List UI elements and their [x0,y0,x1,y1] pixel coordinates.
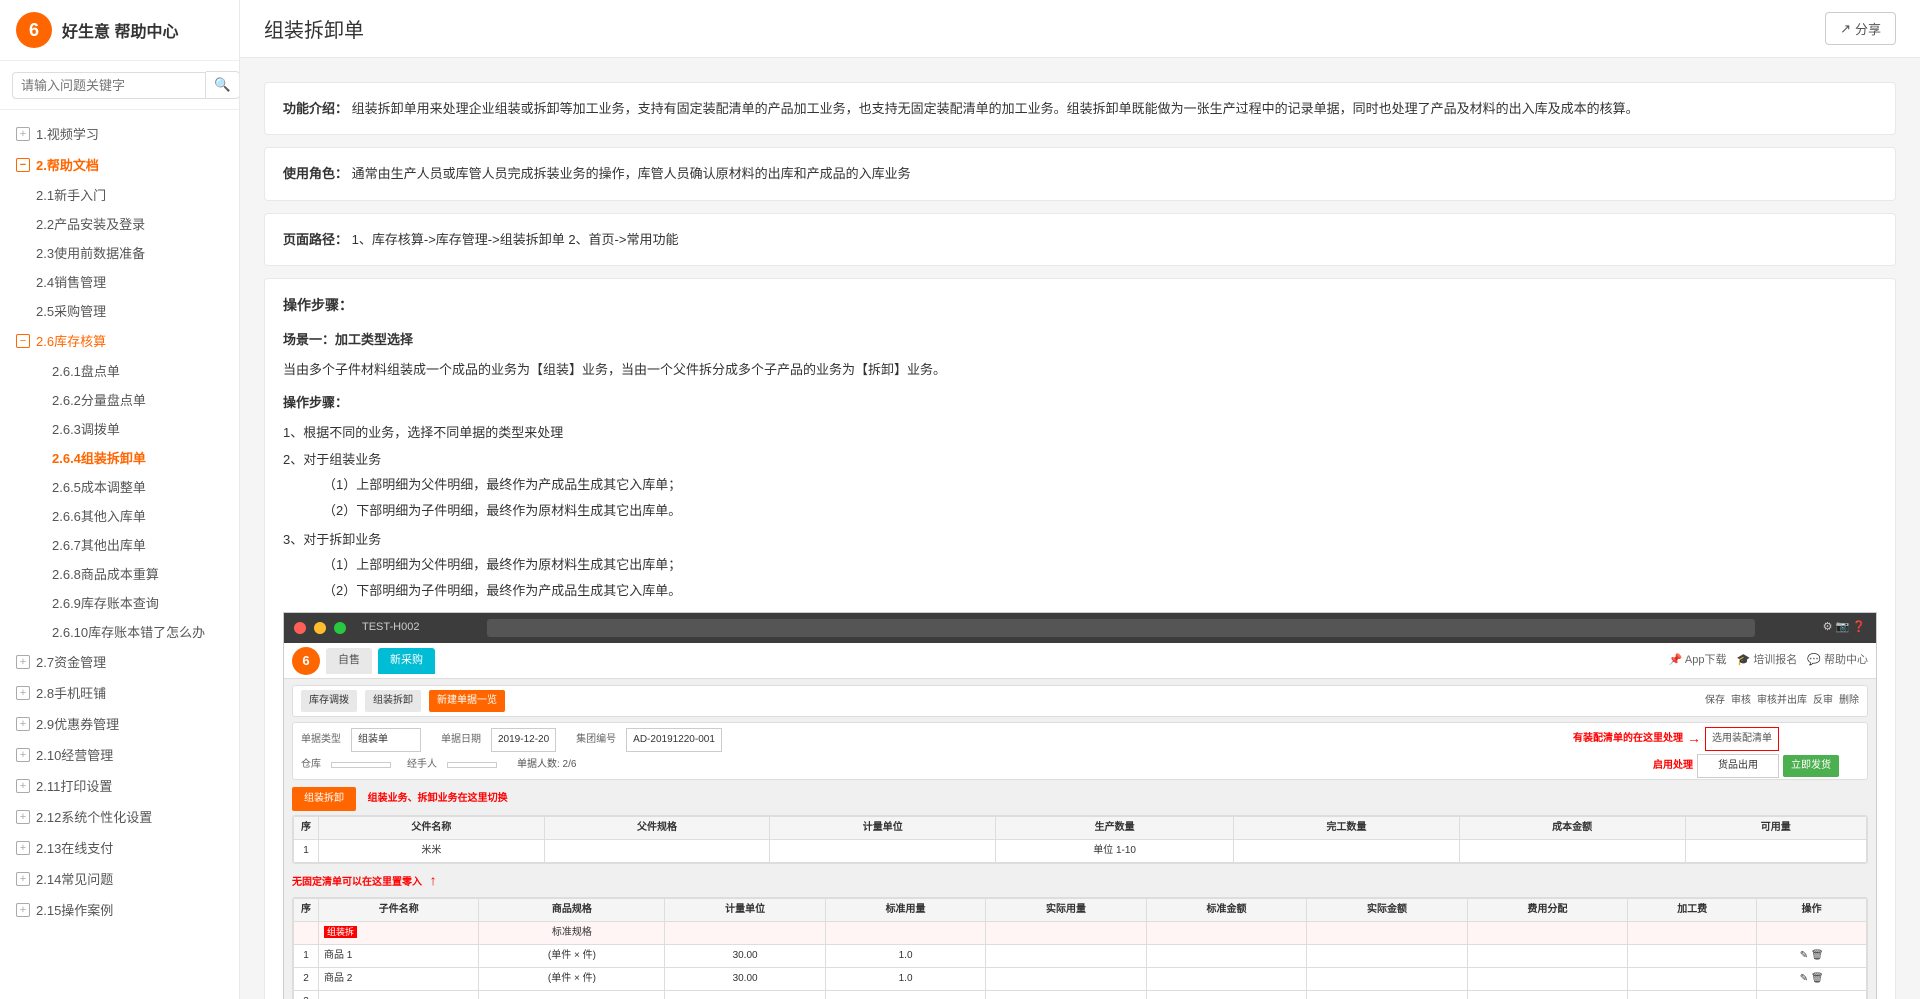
annotation-2-text: 组装业务、拆卸业务在这里切换 [368,793,508,804]
sidebar-item-cost-reset[interactable]: 2.6.8商品成本重算 [0,559,239,588]
role-label: 使用角色： [283,166,348,181]
sidebar-item-print[interactable]: + 2.11打印设置 [0,770,239,801]
sidebar-item-label: 2.10经营管理 [36,745,113,764]
expand-icon-payment: + [16,841,30,855]
sidebar-item-label: 2.7资金管理 [36,652,106,671]
step3-1: （1）上部明细为父件明细，最终作为原材料生成其它出库单； [283,553,1877,576]
sidebar-item-videos[interactable]: + 1.视频学习 [0,118,239,149]
screenshot-image: TEST-H002 ⚙ 📷 ❓ 6 自售 新采购 📌 App下载 🎓 培训报名 … [283,612,1877,999]
sidebar-item-label: 2.9优惠券管理 [36,714,119,733]
main-content: 组装拆卸单 ↗ 分享 功能介绍： 组装拆卸单用来处理企业组装或拆卸等加工业务，支… [240,0,1920,999]
sidebar-item-ledger-error[interactable]: 2.6.10库存账本错了怎么办 [0,617,239,646]
sidebar-item-label: 2.12系统个性化设置 [36,807,152,826]
search-input[interactable] [12,72,206,99]
sidebar-item-custom[interactable]: + 2.12系统个性化设置 [0,801,239,832]
step2-2: （2）下部明细为子件明细，最终作为原材料生成其它出库单。 [283,499,1877,522]
ops-title: 操作步骤： [283,293,1877,318]
sidebar-item-assembly[interactable]: 2.6.4组装拆卸单 [0,443,239,472]
sidebar: 6 好生意 帮助中心 🔍 + 1.视频学习 − 2.帮助文档 2.1新手入门 2… [0,0,240,999]
search-box: 🔍 [0,61,239,110]
scene1-desc: 当由多个子件材料组装成一个成品的业务为【组装】业务，当由一个父件拆分成多个子产品… [283,358,1877,381]
top-bar: 组装拆卸单 ↗ 分享 [240,0,1920,58]
step2-1: （1）上部明细为父件明细，最终作为产成品生成其它入库单； [283,473,1877,496]
annotation-3-text: 启用处理 [1653,757,1693,775]
path-text: 1、库存核算->库存管理->组装拆卸单 2、首页->常用功能 [352,232,679,247]
sidebar-item-new-user[interactable]: 2.1新手入门 [0,180,239,209]
content-area: 功能介绍： 组装拆卸单用来处理企业组装或拆卸等加工业务，支持有固定装配清单的产品… [240,58,1920,999]
step1: 1、根据不同的业务，选择不同单据的类型来处理 [283,421,1877,444]
expand-icon: + [16,127,30,141]
logo-icon: 6 [16,12,52,48]
sidebar-item-label: 2.6库存核算 [36,331,106,350]
expand-icon-mobile: + [16,686,30,700]
sidebar-item-adjust[interactable]: 2.6.3调拨单 [0,414,239,443]
feature-intro-text: 组装拆卸单用来处理企业组装或拆卸等加工业务，支持有固定装配清单的产品加工业务，也… [352,101,1639,116]
sidebar-item-cases[interactable]: + 2.15操作案例 [0,894,239,925]
brand-name: 好生意 帮助中心 [62,18,178,42]
share-button[interactable]: ↗ 分享 [1825,12,1896,45]
sidebar-item-finance[interactable]: + 2.7资金管理 [0,646,239,677]
sidebar-item-label: 2.14常见问题 [36,869,113,888]
expand-icon-ops: + [16,748,30,762]
sidebar-item-label: 2.8手机旺铺 [36,683,106,702]
sidebar-item-faq[interactable]: + 2.14常见问题 [0,863,239,894]
sidebar-item-label: 2.13在线支付 [36,838,113,857]
sidebar-item-partial-stocktake[interactable]: 2.6.2分量盘点单 [0,385,239,414]
expand-icon-print: + [16,779,30,793]
role-text: 通常由生产人员或库管人员完成拆装业务的操作，库管人员确认原材料的出库和产成品的入… [352,166,911,181]
sidebar-item-stocktake[interactable]: 2.6.1盘点单 [0,356,239,385]
annotation-4-text: 无固定清单可以在这里置零入 [292,877,422,888]
sidebar-item-coupon[interactable]: + 2.9优惠券管理 [0,708,239,739]
sidebar-item-inventory[interactable]: − 2.6库存核算 [0,325,239,356]
expand-icon-cases: + [16,903,30,917]
sidebar-item-sales[interactable]: 2.4销售管理 [0,267,239,296]
step3-2: （2）下部明细为子件明细，最终作为产成品生成其它入库单。 [283,579,1877,602]
screenshot-icons: ⚙ 📷 ❓ [1823,618,1866,638]
expand-icon-faq: + [16,872,30,886]
sidebar-item-cost-adjust[interactable]: 2.6.5成本调整单 [0,472,239,501]
sidebar-item-docs[interactable]: − 2.帮助文档 [0,149,239,180]
scene1-title: 场景一：加工类型选择 [283,328,1877,351]
sidebar-item-label: 2.15操作案例 [36,900,113,919]
role-block: 使用角色： 通常由生产人员或库管人员完成拆装业务的操作，库管人员确认原材料的出库… [264,147,1896,200]
sidebar-header: 6 好生意 帮助中心 [0,0,239,61]
nav-tree: + 1.视频学习 − 2.帮助文档 2.1新手入门 2.2产品安装及登录 2.3… [0,110,239,999]
collapse-icon: − [16,158,30,172]
expand-icon-coupon: + [16,717,30,731]
step3: 3、对于拆卸业务 [283,528,1877,551]
sidebar-item-label: 2.帮助文档 [36,155,99,174]
sidebar-item-mobile[interactable]: + 2.8手机旺铺 [0,677,239,708]
sidebar-item-ledger-query[interactable]: 2.6.9库存账本查询 [0,588,239,617]
sidebar-item-label: 1.视频学习 [36,124,99,143]
expand-icon-finance: + [16,655,30,669]
path-label: 页面路径： [283,232,348,247]
ops-block: 操作步骤： 场景一：加工类型选择 当由多个子件材料组装成一个成品的业务为【组装】… [264,278,1896,999]
sidebar-item-label: 2.11打印设置 [36,776,112,795]
screenshot-top-text: TEST-H002 [362,618,419,638]
sidebar-item-install[interactable]: 2.2产品安装及登录 [0,209,239,238]
sidebar-item-payment[interactable]: + 2.13在线支付 [0,832,239,863]
sidebar-item-other-out[interactable]: 2.6.7其他出库单 [0,530,239,559]
expand-icon-custom: + [16,810,30,824]
sidebar-item-purchase[interactable]: 2.5采购管理 [0,296,239,325]
sidebar-item-ops[interactable]: + 2.10经营管理 [0,739,239,770]
feature-intro-block: 功能介绍： 组装拆卸单用来处理企业组装或拆卸等加工业务，支持有固定装配清单的产品… [264,82,1896,135]
feature-intro-label: 功能介绍： [283,101,348,116]
path-block: 页面路径： 1、库存核算->库存管理->组装拆卸单 2、首页->常用功能 [264,213,1896,266]
share-icon: ↗ [1840,21,1851,37]
sidebar-item-other-in[interactable]: 2.6.6其他入库单 [0,501,239,530]
collapse-icon-inventory: − [16,334,30,348]
annotation-1-text: 有装配清单的在这里处理 [1573,730,1683,748]
search-button[interactable]: 🔍 [206,71,240,99]
ops-steps-title: 操作步骤： [283,391,1877,414]
sidebar-item-data-prep[interactable]: 2.3使用前数据准备 [0,238,239,267]
page-title: 组装拆卸单 [264,14,364,43]
step2: 2、对于组装业务 [283,448,1877,471]
